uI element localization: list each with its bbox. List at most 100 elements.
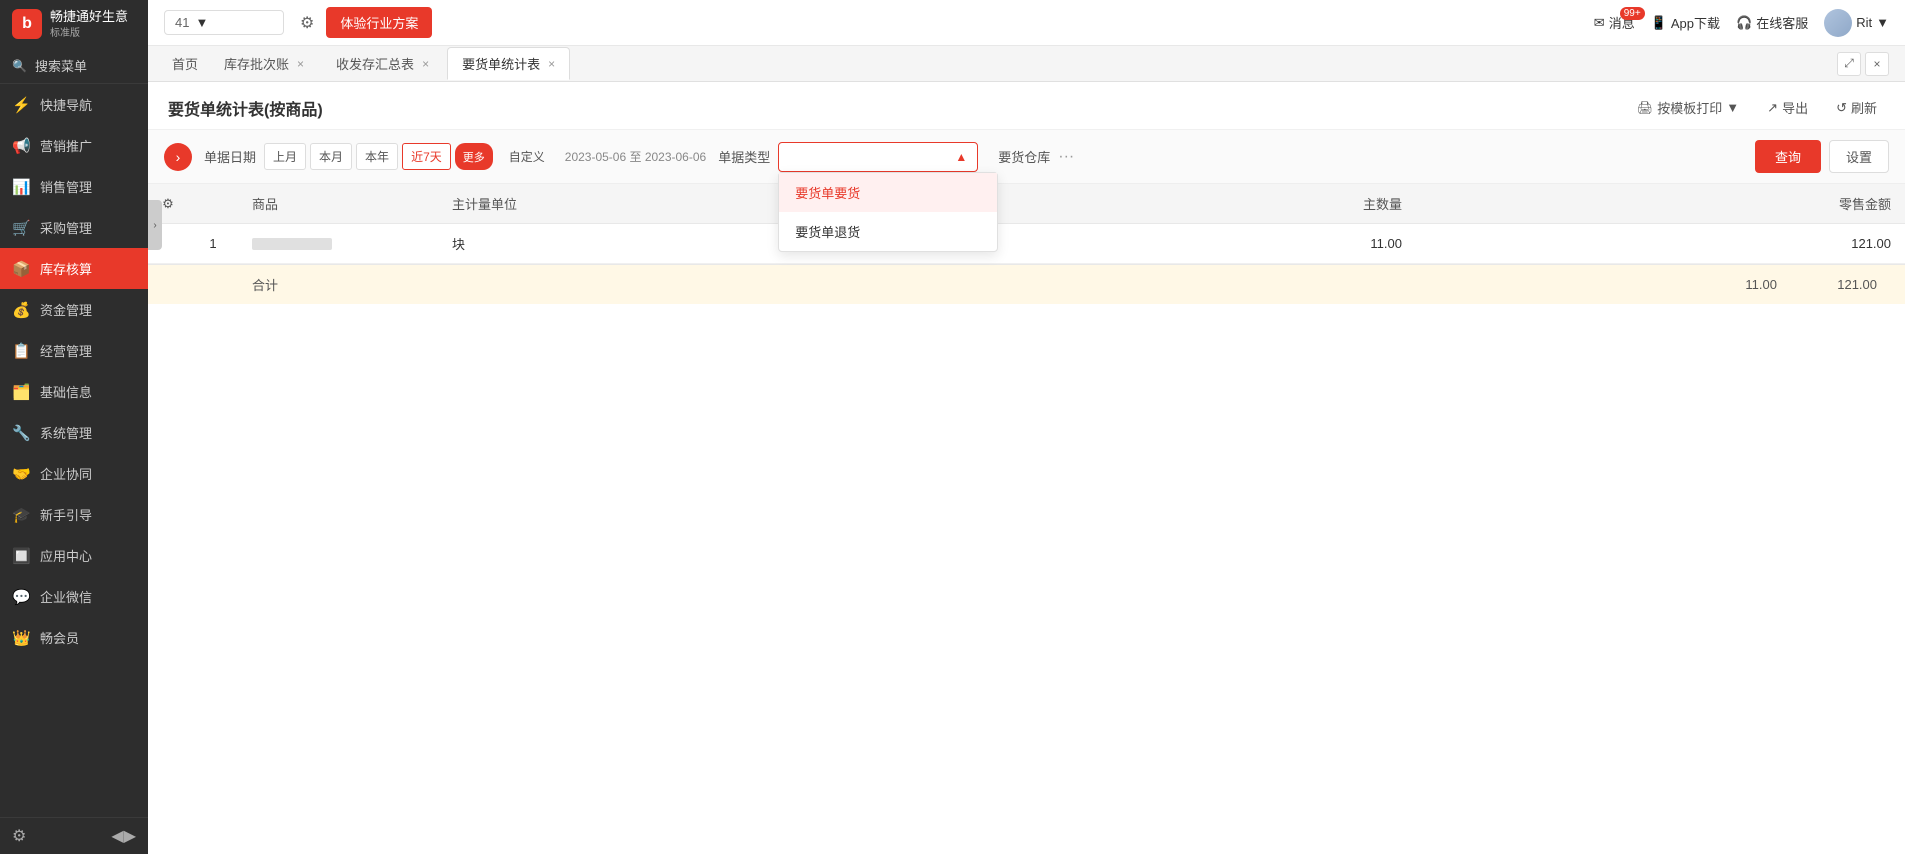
sidebar-footer: ⚙ ◀▶ — [0, 817, 148, 854]
template-print-btn[interactable]: 🖨 按模板打印 ▼ — [1629, 94, 1747, 121]
sidebar-item-finance[interactable]: 💰 资金管理 — [0, 289, 148, 330]
apps-icon: 🔲 — [12, 547, 30, 565]
refresh-btn[interactable]: ↺ 刷新 — [1828, 94, 1885, 121]
type-filter-group: 单据类型 ▲ 要货单要货 要货单退货 — [718, 142, 978, 172]
user-avatar[interactable]: Rit ▼ — [1824, 9, 1889, 37]
sidebar-item-operations[interactable]: 📋 经营管理 — [0, 330, 148, 371]
sidebar-item-members[interactable]: 👑 畅会员 — [0, 617, 148, 658]
sidebar-item-sales[interactable]: 📊 销售管理 — [0, 166, 148, 207]
date-btn-last7[interactable]: 近7天 — [402, 143, 451, 170]
sidebar-item-marketing[interactable]: 📢 营销推广 — [0, 125, 148, 166]
sidebar-item-cooperation[interactable]: 🤝 企业协同 — [0, 453, 148, 494]
export-icon: ↗ — [1767, 100, 1778, 116]
date-custom-btn[interactable]: 自定义 — [501, 144, 553, 169]
sidebar-item-guide[interactable]: 🎓 新手引导 — [0, 494, 148, 535]
trial-btn[interactable]: 体验行业方案 — [326, 7, 432, 38]
filter-settings-btn[interactable]: 设置 — [1829, 140, 1889, 173]
tab-close-receipts-summary[interactable]: × — [422, 57, 429, 71]
col-product-header: 商品 — [238, 184, 438, 224]
col-amount-header: 零售金额 — [1416, 184, 1905, 224]
footer-collapse-btn[interactable]: ◀▶ — [111, 826, 136, 846]
data-table: ⚙ 商品 主计量单位 主数量 — [148, 184, 1905, 264]
table-row: 1 块 11.00 — [148, 224, 1905, 264]
footer-settings-btn[interactable]: ⚙ — [12, 826, 26, 846]
finance-icon: 💰 — [12, 301, 30, 319]
quick-nav-icon: ⚡ — [12, 96, 30, 114]
sidebar-item-purchase[interactable]: 🛒 采购管理 — [0, 207, 148, 248]
page-title: 要货单统计表(按商品) — [168, 96, 323, 120]
app-logo: b 畅捷通好生意 标准版 — [0, 0, 148, 48]
tab-expand-btn[interactable]: ⤢ — [1837, 52, 1861, 76]
product-name-placeholder — [252, 238, 332, 250]
topbar-settings-icon[interactable]: ⚙ — [300, 13, 314, 33]
marketing-icon: 📢 — [12, 137, 30, 155]
page-actions: 🖨 按模板打印 ▼ ↗ 导出 ↺ 刷新 — [1629, 94, 1885, 121]
sidebar-item-system[interactable]: 🔧 系统管理 — [0, 412, 148, 453]
message-icon: ✉ — [1594, 15, 1605, 31]
wechat-icon: 💬 — [12, 588, 30, 606]
filter-bar: › 单据日期 上月 本月 本年 近7天 更多 自定义 2023-05-06 至 … — [148, 130, 1905, 184]
search-icon: 🔍 — [12, 59, 27, 73]
print-icon: 🖨 — [1637, 100, 1654, 116]
tab-home[interactable]: 首页 — [164, 48, 206, 79]
avatar — [1824, 9, 1852, 37]
purchase-icon: 🛒 — [12, 219, 30, 237]
store-selector[interactable]: 41 ▼ — [164, 10, 284, 35]
sidebar-item-wechat[interactable]: 💬 企业微信 — [0, 576, 148, 617]
warehouse-filter-group: 要货仓库 ··· — [990, 147, 1074, 166]
export-btn[interactable]: ↗ 导出 — [1759, 94, 1816, 121]
type-select-arrow-icon: ▲ — [955, 150, 967, 164]
operations-icon: 📋 — [12, 342, 30, 360]
tab-close-order-stats[interactable]: × — [548, 57, 555, 71]
tab-close-all-btn[interactable]: × — [1865, 52, 1889, 76]
sidebar: b 畅捷通好生意 标准版 🔍 搜索菜单 ⚡ 快捷导航 📢 营销推广 📊 销售管理… — [0, 0, 148, 854]
online-service-btn[interactable]: 🎧 在线客服 — [1736, 13, 1808, 32]
base-icon: 🗂️ — [12, 383, 30, 401]
row-index-cell: 1 — [188, 224, 238, 264]
search-menu[interactable]: 🔍 搜索菜单 — [0, 48, 148, 84]
dropdown-item-order-return[interactable]: 要货单退货 — [779, 212, 997, 251]
page-content: 要货单统计表(按商品) 🖨 按模板打印 ▼ ↗ 导出 ↺ 刷新 — [148, 82, 1905, 854]
topbar-right: ✉ 消息 99+ 📱 App下载 🎧 在线客服 Rit ▼ — [1594, 9, 1889, 37]
user-chevron-icon: ▼ — [1876, 15, 1889, 30]
filter-actions: 查询 设置 — [1755, 140, 1889, 173]
date-btn-year[interactable]: 本年 — [356, 143, 398, 170]
service-icon: 🎧 — [1736, 15, 1752, 31]
date-btn-more[interactable]: 更多 — [455, 143, 493, 170]
type-select-container: ▲ 要货单要货 要货单退货 — [778, 142, 978, 172]
row-amount-cell: 121.00 — [1416, 224, 1905, 264]
table-header-row: ⚙ 商品 主计量单位 主数量 — [148, 184, 1905, 224]
tab-inventory-batch[interactable]: 库存批次账 × — [210, 48, 318, 79]
sales-icon: 📊 — [12, 178, 30, 196]
type-select[interactable]: ▲ — [778, 142, 978, 172]
data-table-container: ⚙ 商品 主计量单位 主数量 — [148, 184, 1905, 264]
expand-filter-btn[interactable]: › — [164, 143, 192, 171]
date-btn-current[interactable]: 本月 — [310, 143, 352, 170]
sidebar-item-base[interactable]: 🗂️ 基础信息 — [0, 371, 148, 412]
date-quick-btns: 上月 本月 本年 近7天 更多 — [264, 143, 493, 170]
app-download-btn[interactable]: 📱 App下载 — [1651, 13, 1720, 32]
system-icon: 🔧 — [12, 424, 30, 442]
inventory-icon: 📦 — [12, 260, 30, 278]
messages-btn[interactable]: ✉ 消息 99+ — [1594, 13, 1635, 32]
sidebar-item-inventory[interactable]: 📦 库存核算 — [0, 248, 148, 289]
date-range-display: 2023-05-06 至 2023-06-06 — [565, 148, 706, 165]
tab-order-stats[interactable]: 要货单统计表 × — [447, 47, 570, 80]
sidebar-nav: ⚡ 快捷导航 📢 营销推广 📊 销售管理 🛒 采购管理 📦 库存核算 💰 资金管… — [0, 84, 148, 817]
warehouse-more-btn[interactable]: ··· — [1058, 148, 1074, 166]
store-selector-chevron: ▼ — [195, 15, 208, 30]
refresh-icon: ↺ — [1836, 100, 1847, 116]
sidebar-item-quick-nav[interactable]: ⚡ 快捷导航 — [0, 84, 148, 125]
tab-close-inventory-batch[interactable]: × — [297, 57, 304, 71]
dropdown-item-order-goods[interactable]: 要货单要货 — [779, 173, 997, 212]
query-btn[interactable]: 查询 — [1755, 140, 1821, 173]
sidebar-toggle-btn[interactable]: › — [148, 200, 162, 250]
tabs-bar: 首页 库存批次账 × 收发存汇总表 × 要货单统计表 × ⤢ × — [148, 46, 1905, 82]
main-area: 41 ▼ ⚙ 体验行业方案 ✉ 消息 99+ 📱 App下载 🎧 在 — [148, 0, 1905, 854]
table-footer: 合计 11.00 121.00 — [148, 264, 1905, 304]
topbar-left: 41 ▼ ⚙ 体验行业方案 — [164, 7, 1594, 38]
sidebar-item-apps[interactable]: 🔲 应用中心 — [0, 535, 148, 576]
tab-receipts-summary[interactable]: 收发存汇总表 × — [322, 48, 443, 79]
date-btn-up[interactable]: 上月 — [264, 143, 306, 170]
cooperation-icon: 🤝 — [12, 465, 30, 483]
